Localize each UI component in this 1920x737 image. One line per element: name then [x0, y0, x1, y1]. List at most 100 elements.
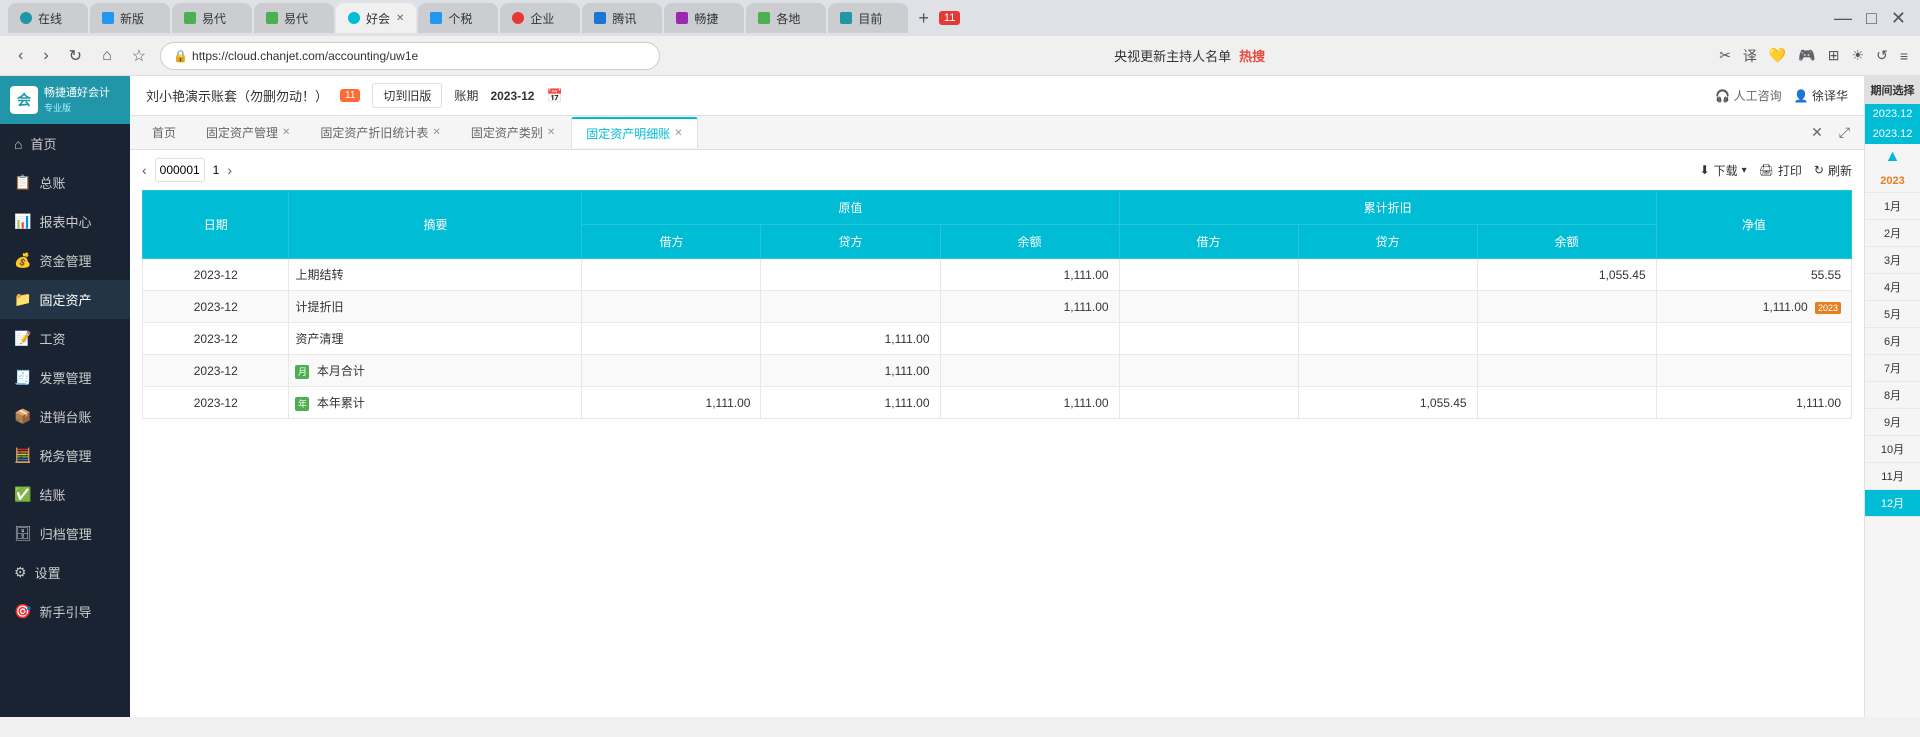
period-selected-top[interactable]: 2023.12: [1865, 104, 1920, 124]
period-item-12[interactable]: 12月: [1865, 490, 1920, 517]
translate-icon[interactable]: 译: [1743, 46, 1757, 66]
sidebar-item-invoice[interactable]: 🧾 发票管理: [0, 358, 130, 397]
tab-fixed-assets-mgmt[interactable]: 固定资产管理 ✕: [192, 118, 304, 147]
home-button[interactable]: ⌂: [96, 43, 118, 69]
cell-orig-balance-5: 1,111.00: [940, 387, 1119, 419]
minimize-button[interactable]: —: [1828, 8, 1858, 29]
print-button[interactable]: 🖨 打印: [1759, 162, 1802, 179]
browser-tab-tencent[interactable]: 腾讯: [582, 3, 662, 33]
tab-depreciation-stats[interactable]: 固定资产折旧统计表 ✕: [306, 118, 454, 147]
browser-tab-geshui[interactable]: 个税: [418, 3, 498, 33]
sidebar-item-purchase[interactable]: 📦 进销台账: [0, 397, 130, 436]
close-window-button[interactable]: ✕: [1885, 8, 1912, 29]
tab-asset-cat-close[interactable]: ✕: [547, 127, 555, 138]
browser-tab-new[interactable]: 新版: [90, 3, 170, 33]
period-item-9[interactable]: 9月: [1865, 409, 1920, 436]
cell-orig-credit-5: 1,111.00: [761, 387, 940, 419]
browser-tab-online[interactable]: 在线: [8, 3, 88, 33]
browser-tab-haokuai[interactable]: 好会 ✕: [336, 3, 416, 33]
guide-icon: 🎯: [14, 603, 31, 620]
period-item-3[interactable]: 3月: [1865, 247, 1920, 274]
period-item-11[interactable]: 11月: [1865, 463, 1920, 490]
tab-asset-detail-close[interactable]: ✕: [674, 128, 682, 139]
download-icon: ⬇: [1700, 163, 1710, 177]
undo-icon[interactable]: ↺: [1876, 47, 1888, 64]
page-num-input[interactable]: [155, 158, 205, 182]
sidebar-item-home[interactable]: ⌂ 首页: [0, 124, 130, 163]
refresh-button[interactable]: ↻ 刷新: [1814, 162, 1852, 179]
maximize-button[interactable]: □: [1860, 8, 1883, 29]
period-item-2[interactable]: 2月: [1865, 220, 1920, 247]
next-page-button[interactable]: ›: [227, 162, 232, 178]
account-badge: 11: [340, 89, 360, 102]
cell-net-1: 55.55: [1656, 259, 1851, 291]
period-item-1[interactable]: 1月: [1865, 193, 1920, 220]
pagination-row: ‹ 1 › ⬇ 下载 ▾ 🖨 打印 ↻: [142, 158, 1852, 182]
switch-version-button[interactable]: 切到旧版: [372, 83, 442, 108]
grid-icon[interactable]: ⊞: [1828, 47, 1840, 64]
cell-acc-debit-2: [1119, 291, 1298, 323]
user-icon: 👤: [1794, 89, 1809, 103]
menu-icon[interactable]: ≡: [1900, 48, 1908, 64]
new-tab-button[interactable]: +: [910, 8, 937, 29]
bookmark-button[interactable]: ☆: [126, 42, 152, 70]
tab-home[interactable]: 首页: [138, 118, 190, 147]
th-orig-balance: 余额: [940, 225, 1119, 259]
tab-close-icon[interactable]: ✕: [396, 13, 404, 24]
table-row: 2023-12 年 本年累计 1,111.00 1,111.00 1,111.0…: [143, 387, 1852, 419]
browser-tab-yidai1[interactable]: 易代: [172, 3, 252, 33]
brightness-icon[interactable]: ☀: [1852, 47, 1865, 64]
maximize-tab-button[interactable]: ⤢: [1833, 122, 1856, 143]
close-period-icon: ✅: [14, 486, 31, 503]
sidebar-item-payroll[interactable]: 📝 工资: [0, 319, 130, 358]
service-btn[interactable]: 🎧 人工咨询: [1715, 87, 1781, 104]
tab-dep-stats-close[interactable]: ✕: [432, 127, 440, 138]
address-bar[interactable]: 🔒 https://cloud.chanjet.com/accounting/u…: [160, 42, 660, 70]
prev-page-button[interactable]: ‹: [142, 162, 147, 178]
user-btn[interactable]: 👤 徐译华: [1794, 87, 1848, 104]
back-button[interactable]: ‹: [12, 43, 29, 69]
period-item-7[interactable]: 7月: [1865, 355, 1920, 382]
scroll-up-button[interactable]: ▲: [1865, 144, 1920, 170]
th-orig-value: 原值: [582, 191, 1119, 225]
period-item-year[interactable]: 2023: [1865, 170, 1920, 193]
browser-tab-muqian[interactable]: 目前: [828, 3, 908, 33]
period-item-6[interactable]: 6月: [1865, 328, 1920, 355]
sidebar-settings-label: 设置: [35, 563, 61, 582]
sidebar-item-archive[interactable]: 🗄 归档管理: [0, 514, 130, 553]
period-item-8[interactable]: 8月: [1865, 382, 1920, 409]
hot-search-label: 热搜: [1239, 46, 1265, 65]
sidebar-item-guide[interactable]: 🎯 新手引导: [0, 592, 130, 631]
cell-acc-balance-5: [1477, 387, 1656, 419]
calendar-icon[interactable]: 📅: [546, 88, 562, 104]
sidebar-item-ledger[interactable]: 📋 总账: [0, 163, 130, 202]
sidebar-item-fixed-assets[interactable]: 📁 固定资产: [0, 280, 130, 319]
cell-orig-debit-5: 1,111.00: [582, 387, 761, 419]
browser-tab-gedi[interactable]: 各地: [746, 3, 826, 33]
reload-button[interactable]: ↻: [63, 42, 88, 70]
scissors-icon[interactable]: ✂: [1719, 47, 1731, 64]
cell-date-5: 2023-12: [143, 387, 289, 419]
sidebar-item-reports[interactable]: 📊 报表中心: [0, 202, 130, 241]
tab-fixed-mgmt-close[interactable]: ✕: [282, 127, 290, 138]
period-item-10[interactable]: 10月: [1865, 436, 1920, 463]
download-button[interactable]: ⬇ 下载 ▾: [1700, 162, 1747, 179]
sidebar-item-settings[interactable]: ⚙ 设置: [0, 553, 130, 592]
browser-tab-changjie[interactable]: 畅捷: [664, 3, 744, 33]
tab-asset-category[interactable]: 固定资产类别 ✕: [457, 118, 569, 147]
sidebar-item-funds[interactable]: 💰 资金管理: [0, 241, 130, 280]
wallet-icon[interactable]: 💛: [1769, 47, 1786, 64]
period-item-5[interactable]: 5月: [1865, 301, 1920, 328]
fixed-assets-icon: 📁: [14, 291, 31, 308]
close-tab-button[interactable]: ✕: [1805, 122, 1829, 143]
gamepad-icon[interactable]: 🎮: [1798, 47, 1815, 64]
browser-tab-qiye[interactable]: 企业: [500, 3, 580, 33]
sidebar-item-close[interactable]: ✅ 结账: [0, 475, 130, 514]
forward-button[interactable]: ›: [37, 43, 54, 69]
period-item-4[interactable]: 4月: [1865, 274, 1920, 301]
period-selected-second[interactable]: 2023.12: [1865, 124, 1920, 144]
browser-tab-yidai2[interactable]: 易代: [254, 3, 334, 33]
sidebar: 会 畅捷通好会计 专业版 ⌂ 首页 📋 总账 📊 报表中心 💰 资金管理 📁 固…: [0, 76, 130, 717]
tab-asset-detail-ledger[interactable]: 固定资产明细账 ✕: [571, 117, 697, 148]
sidebar-item-tax[interactable]: 🧮 税务管理: [0, 436, 130, 475]
